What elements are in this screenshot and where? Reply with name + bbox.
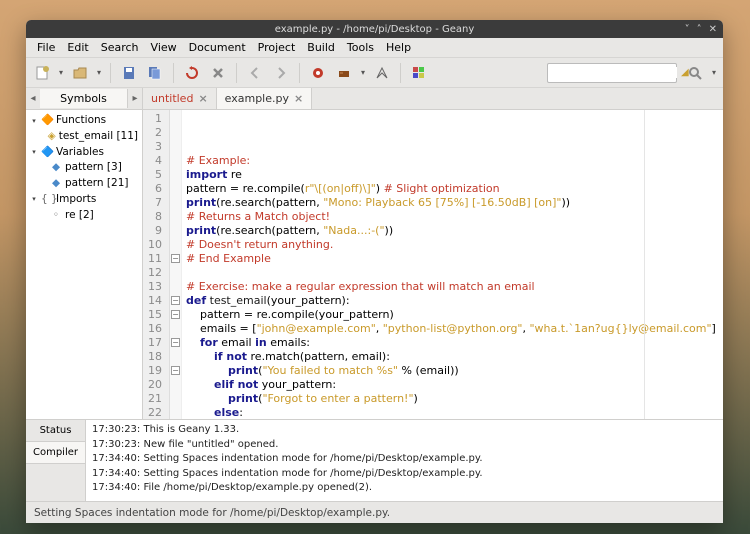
app-window: example.py - /home/pi/Desktop - Geany ˅ … <box>26 20 723 523</box>
message-line: 17:34:40: File /home/pi/Desktop/example.… <box>92 481 717 496</box>
editor-tabs: untitled×example.py× <box>143 88 723 110</box>
tree-node[interactable]: ◆pattern [3] <box>28 160 140 176</box>
sidebar-tab-symbols[interactable]: Symbols <box>40 89 128 108</box>
statusbar: Setting Spaces indentation mode for /hom… <box>26 501 723 523</box>
search-field[interactable]: ◢ <box>547 63 677 83</box>
execute-button[interactable] <box>370 61 394 85</box>
message-line: 17:34:40: Setting Spaces indentation mod… <box>92 452 717 467</box>
new-file-button[interactable] <box>30 61 54 85</box>
tree-node[interactable]: ▾{ }Imports <box>28 192 140 208</box>
menu-build[interactable]: Build <box>302 39 340 56</box>
tree-node[interactable]: ◦re [2] <box>28 208 140 224</box>
menu-search[interactable]: Search <box>96 39 144 56</box>
open-file-button[interactable] <box>68 61 92 85</box>
toolbar: ▾ ▾ ▾ ◢ ▾ <box>26 58 723 88</box>
menu-document[interactable]: Document <box>184 39 251 56</box>
window-title: example.py - /home/pi/Desktop - Geany <box>275 24 475 35</box>
tree-node[interactable]: ▾🔶Functions <box>28 113 140 129</box>
find-button[interactable] <box>683 61 707 85</box>
message-tab-status[interactable]: Status <box>26 420 85 442</box>
message-tab-compiler[interactable]: Compiler <box>26 442 85 464</box>
fold-column[interactable]: −−−−− <box>170 110 182 419</box>
maximize-icon[interactable]: ˄ <box>697 24 702 35</box>
tree-node[interactable]: ▾🔷Variables <box>28 145 140 161</box>
message-list[interactable]: 17:30:23: This is Geany 1.33.17:30:23: N… <box>86 420 723 501</box>
line-gutter: 1234567891011121314151617181920212223 <box>143 110 170 419</box>
tree-node[interactable]: ◈test_email [11] <box>28 129 140 145</box>
message-line: 17:30:23: New file "untitled" opened. <box>92 438 717 453</box>
tree-node[interactable]: ◆pattern [21] <box>28 176 140 192</box>
code-editor[interactable]: 1234567891011121314151617181920212223 −−… <box>143 110 723 419</box>
titlebar: example.py - /home/pi/Desktop - Geany ˅ … <box>26 20 723 38</box>
nav-back-button[interactable] <box>243 61 267 85</box>
save-all-button[interactable] <box>143 61 167 85</box>
tab-close-icon[interactable]: × <box>198 92 207 105</box>
editor-area: untitled×example.py× 1234567891011121314… <box>143 88 723 419</box>
save-button[interactable] <box>117 61 141 85</box>
tab-close-icon[interactable]: × <box>294 92 303 105</box>
message-tabs: StatusCompiler <box>26 420 86 501</box>
menu-help[interactable]: Help <box>381 39 416 56</box>
editor-tab[interactable]: example.py× <box>217 88 313 109</box>
sidebar-tab-prev[interactable]: ◂ <box>26 93 40 104</box>
source-text[interactable]: # Example:import repattern = re.compile(… <box>182 110 723 419</box>
symbol-tree[interactable]: ▾🔶Functions◈test_email [11]▾🔷Variables◆p… <box>26 110 142 419</box>
menubar: FileEditSearchViewDocumentProjectBuildTo… <box>26 38 723 58</box>
compile-button[interactable] <box>306 61 330 85</box>
menu-view[interactable]: View <box>146 39 182 56</box>
color-chooser-button[interactable] <box>407 61 431 85</box>
editor-tab[interactable]: untitled× <box>143 88 217 109</box>
minimize-icon[interactable]: ˅ <box>685 24 690 35</box>
open-file-dropdown[interactable]: ▾ <box>94 68 104 77</box>
sidebar: ◂ Symbols ▸ ▾🔶Functions◈test_email [11]▾… <box>26 88 143 419</box>
message-line: 17:30:23: This is Geany 1.33. <box>92 423 717 438</box>
find-dropdown[interactable]: ▾ <box>709 68 719 77</box>
build-dropdown[interactable]: ▾ <box>358 68 368 77</box>
search-input[interactable] <box>552 67 677 78</box>
menu-file[interactable]: File <box>32 39 60 56</box>
close-file-button[interactable] <box>206 61 230 85</box>
nav-forward-button[interactable] <box>269 61 293 85</box>
sidebar-tab-next[interactable]: ▸ <box>128 93 142 104</box>
message-panel: StatusCompiler 17:30:23: This is Geany 1… <box>26 419 723 501</box>
new-file-dropdown[interactable]: ▾ <box>56 68 66 77</box>
close-icon[interactable]: ✕ <box>709 24 717 35</box>
reload-button[interactable] <box>180 61 204 85</box>
message-line: 17:34:40: Setting Spaces indentation mod… <box>92 467 717 482</box>
menu-project[interactable]: Project <box>253 39 301 56</box>
build-button[interactable] <box>332 61 356 85</box>
status-text: Setting Spaces indentation mode for /hom… <box>34 507 390 519</box>
menu-edit[interactable]: Edit <box>62 39 93 56</box>
menu-tools[interactable]: Tools <box>342 39 379 56</box>
